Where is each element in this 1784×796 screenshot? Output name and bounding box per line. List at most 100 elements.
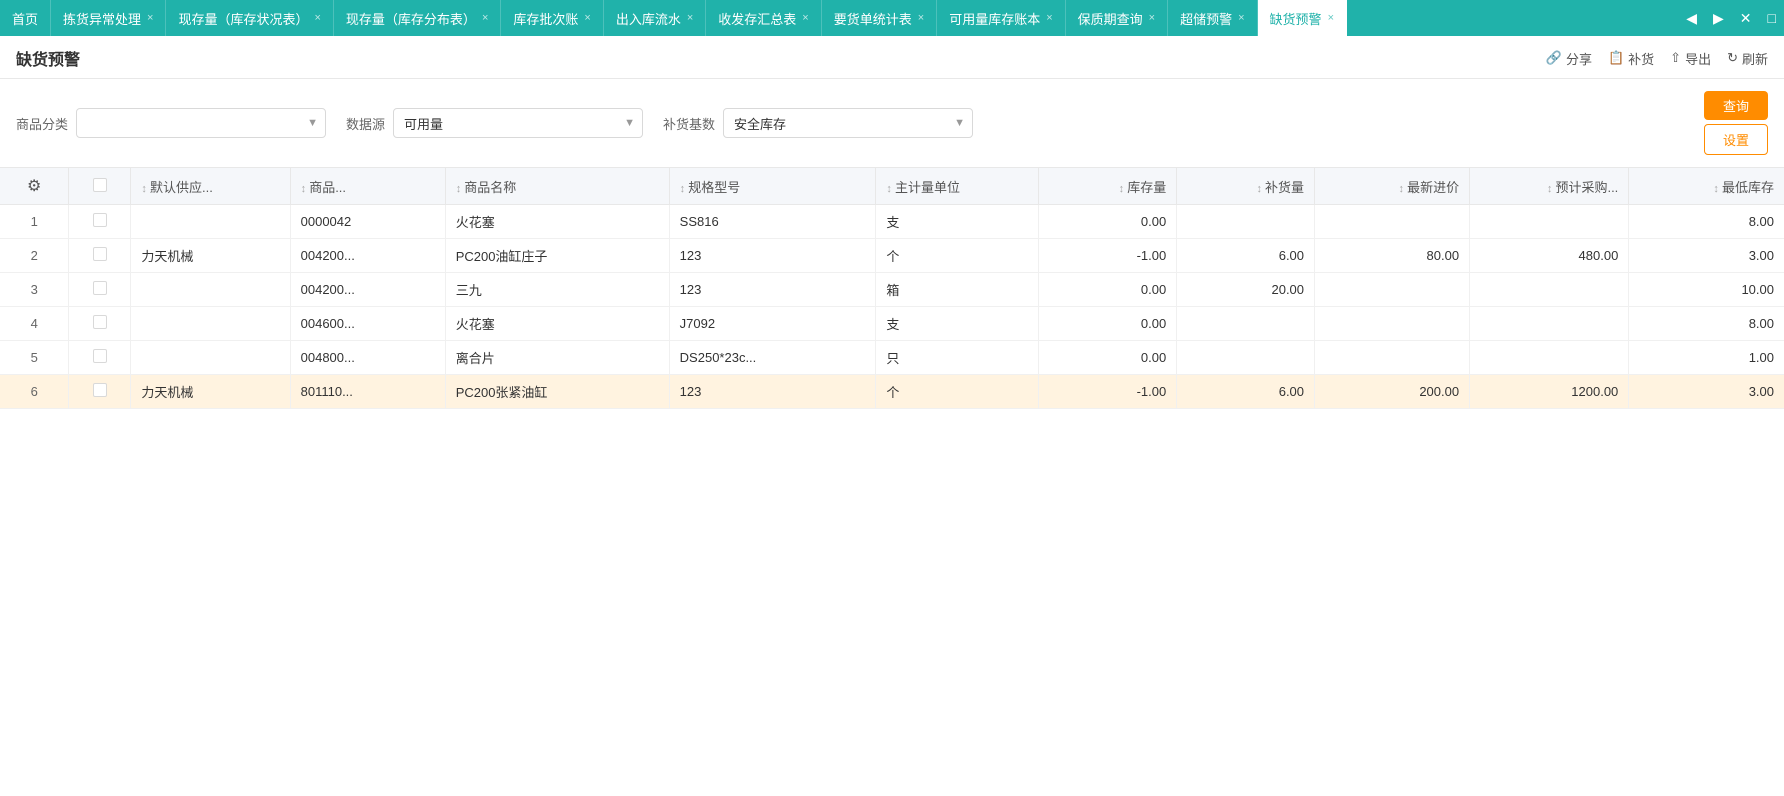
tab-inout[interactable]: 出入库流水 ×	[604, 0, 706, 36]
row-checkbox[interactable]	[93, 247, 107, 261]
cell-supplier	[131, 341, 290, 375]
tab-recv-summary[interactable]: 收发存汇总表 ×	[706, 0, 821, 36]
cell-latest-price	[1315, 273, 1470, 307]
cell-replenish: 20.00	[1177, 273, 1315, 307]
row-checkbox[interactable]	[93, 281, 107, 295]
tab-shortage-close[interactable]: ×	[1328, 12, 1334, 24]
th-stock-label: 库存量	[1127, 180, 1166, 195]
th-gear[interactable]: ⚙	[0, 168, 69, 205]
cell-replenish: 6.00	[1177, 375, 1315, 409]
share-button[interactable]: 🔗 分享	[1546, 49, 1592, 68]
th-code[interactable]: 商品...	[290, 168, 445, 205]
tab-overstock-close[interactable]: ×	[1238, 12, 1244, 24]
tab-order-stats-close[interactable]: ×	[918, 12, 924, 24]
tab-defective-close[interactable]: ×	[147, 12, 153, 24]
gear-icon[interactable]: ⚙	[27, 178, 41, 195]
cell-name: 离合片	[445, 341, 669, 375]
tab-inventory-status-close[interactable]: ×	[314, 12, 320, 24]
th-spec[interactable]: 规格型号	[669, 168, 876, 205]
th-spec-label: 规格型号	[688, 180, 740, 195]
cell-checkbox[interactable]	[69, 205, 131, 239]
cell-checkbox[interactable]	[69, 307, 131, 341]
refresh-button[interactable]: ↻ 刷新	[1727, 49, 1768, 68]
th-checkbox[interactable]	[69, 168, 131, 205]
tab-nav-prev[interactable]: ◀	[1678, 0, 1705, 36]
row-checkbox[interactable]	[93, 349, 107, 363]
tab-available[interactable]: 可用量库存账本 ×	[937, 0, 1065, 36]
table-row[interactable]: 1 0000042 火花塞 SS816 支 0.00 8.00	[0, 205, 1784, 239]
cell-est-purchase	[1470, 307, 1629, 341]
tab-defective-label: 拣货异常处理	[63, 9, 141, 28]
tab-inventory-dist[interactable]: 现存量（库存分布表） ×	[334, 0, 501, 36]
cell-est-purchase: 1200.00	[1470, 375, 1629, 409]
table-row[interactable]: 3 004200... 三九 123 箱 0.00 20.00 10.00	[0, 273, 1784, 307]
header-checkbox[interactable]	[93, 178, 107, 192]
tab-inout-close[interactable]: ×	[687, 12, 693, 24]
share-icon: 🔗	[1546, 50, 1562, 66]
tab-inventory-status-label: 现存量（库存状况表）	[178, 9, 308, 28]
tab-nav-buttons: ◀ ▶ ✕ □	[1678, 0, 1784, 36]
tab-overstock[interactable]: 超储预警 ×	[1168, 0, 1257, 36]
tab-home[interactable]: 首页	[0, 0, 51, 36]
th-unit-label: 主计量单位	[895, 180, 960, 195]
th-latest-price[interactable]: 最新进价	[1315, 168, 1470, 205]
tab-inout-label: 出入库流水	[616, 9, 681, 28]
cell-replenish	[1177, 341, 1315, 375]
tab-batch-close[interactable]: ×	[584, 12, 590, 24]
th-stock[interactable]: 库存量	[1039, 168, 1177, 205]
tab-batch[interactable]: 库存批次账 ×	[501, 0, 603, 36]
filter-group-category: 商品分类 ▼	[16, 108, 326, 138]
th-name[interactable]: 商品名称	[445, 168, 669, 205]
cell-stock: 0.00	[1039, 205, 1177, 239]
tab-nav-close-current[interactable]: ✕	[1732, 0, 1760, 36]
cell-code: 004200...	[290, 273, 445, 307]
tab-inventory-dist-close[interactable]: ×	[482, 12, 488, 24]
datasource-select[interactable]: 可用量	[393, 108, 643, 138]
tab-available-close[interactable]: ×	[1046, 12, 1052, 24]
tab-bar: 首页 拣货异常处理 × 现存量（库存状况表） × 现存量（库存分布表） × 库存…	[0, 0, 1784, 36]
tab-defective[interactable]: 拣货异常处理 ×	[51, 0, 166, 36]
th-replenish[interactable]: 补货量	[1177, 168, 1315, 205]
tab-inventory-status[interactable]: 现存量（库存状况表） ×	[166, 0, 333, 36]
tab-expiry-close[interactable]: ×	[1149, 12, 1155, 24]
tab-expiry[interactable]: 保质期查询 ×	[1066, 0, 1168, 36]
cell-stock: -1.00	[1039, 239, 1177, 273]
cell-supplier: 力天机械	[131, 375, 290, 409]
row-checkbox[interactable]	[93, 315, 107, 329]
cell-checkbox[interactable]	[69, 341, 131, 375]
cell-replenish	[1177, 307, 1315, 341]
cell-stock: 0.00	[1039, 341, 1177, 375]
settings-button[interactable]: 设置	[1704, 124, 1768, 155]
export-button[interactable]: ⇧ 导出	[1670, 49, 1711, 68]
tab-order-stats[interactable]: 要货单统计表 ×	[822, 0, 937, 36]
replenish-base-select[interactable]: 安全库存	[723, 108, 973, 138]
tab-recv-summary-close[interactable]: ×	[802, 12, 808, 24]
cell-est-purchase: 480.00	[1470, 239, 1629, 273]
cell-min-stock: 3.00	[1629, 239, 1784, 273]
table-body: 1 0000042 火花塞 SS816 支 0.00 8.00 2 力天机械 0…	[0, 205, 1784, 409]
category-select[interactable]	[76, 108, 326, 138]
cell-checkbox[interactable]	[69, 375, 131, 409]
th-min-stock[interactable]: 最低库存	[1629, 168, 1784, 205]
cell-code: 004600...	[290, 307, 445, 341]
tab-nav-close-all[interactable]: □	[1760, 0, 1784, 36]
tab-nav-next[interactable]: ▶	[1705, 0, 1732, 36]
table-row[interactable]: 5 004800... 离合片 DS250*23c... 只 0.00 1.00	[0, 341, 1784, 375]
th-supplier[interactable]: 默认供应...	[131, 168, 290, 205]
table-row[interactable]: 6 力天机械 801110... PC200张紧油缸 123 个 -1.00 6…	[0, 375, 1784, 409]
table-row[interactable]: 2 力天机械 004200... PC200油缸庄子 123 个 -1.00 6…	[0, 239, 1784, 273]
replenish-button[interactable]: 📋 补货	[1608, 49, 1654, 68]
row-checkbox[interactable]	[93, 383, 107, 397]
tab-shortage[interactable]: 缺货预警 ×	[1258, 0, 1347, 36]
cell-supplier	[131, 273, 290, 307]
query-button[interactable]: 查询	[1704, 91, 1768, 120]
cell-unit: 个	[876, 375, 1039, 409]
th-unit[interactable]: 主计量单位	[876, 168, 1039, 205]
table-row[interactable]: 4 004600... 火花塞 J7092 支 0.00 8.00	[0, 307, 1784, 341]
cell-checkbox[interactable]	[69, 273, 131, 307]
cell-latest-price	[1315, 307, 1470, 341]
th-est-purchase[interactable]: 预计采购...	[1470, 168, 1629, 205]
cell-checkbox[interactable]	[69, 239, 131, 273]
row-checkbox[interactable]	[93, 213, 107, 227]
page-title: 缺货预警	[16, 46, 80, 70]
